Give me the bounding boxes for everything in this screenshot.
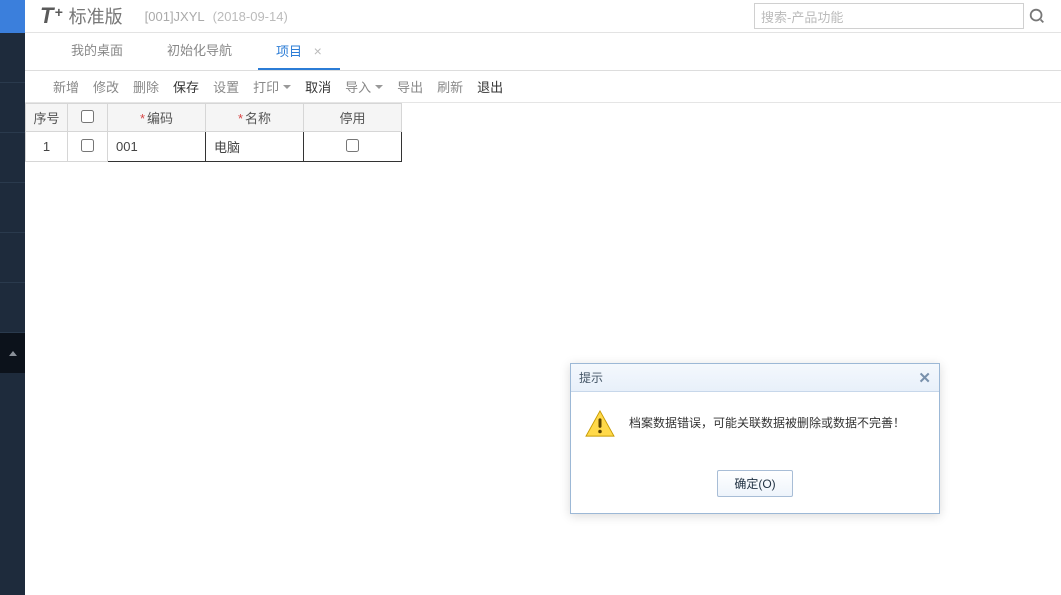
cell-check[interactable] [68, 132, 108, 162]
cell-seq: 1 [26, 132, 68, 162]
sidebar-item[interactable] [0, 233, 25, 283]
warning-icon [585, 410, 615, 438]
print-button[interactable]: 打印 [253, 77, 291, 96]
cell-code[interactable]: 001 [108, 132, 206, 162]
search-placeholder: 搜索-产品功能 [761, 7, 843, 26]
col-code: *编码 [108, 104, 206, 132]
checkbox-all[interactable] [81, 110, 94, 123]
save-button[interactable]: 保存 [173, 77, 199, 96]
cancel-button[interactable]: 取消 [305, 77, 331, 96]
new-button[interactable]: 新增 [53, 77, 79, 96]
sidebar [0, 0, 25, 595]
app-logo-icon[interactable] [0, 0, 25, 33]
cell-name[interactable]: 电脑 [206, 132, 304, 162]
sidebar-item[interactable] [0, 33, 25, 83]
chevron-down-icon [283, 85, 291, 89]
import-button[interactable]: 导入 [345, 77, 383, 96]
header: T + 标准版 [001]JXYL (2018-09-14) 搜索-产品功能 [25, 0, 1061, 33]
edition-label: 标准版 [69, 3, 123, 29]
export-button[interactable]: 导出 [397, 77, 423, 96]
app-logo: T + [40, 3, 63, 29]
refresh-button[interactable]: 刷新 [437, 77, 463, 96]
tab-desktop[interactable]: 我的桌面 [53, 32, 141, 70]
delete-button[interactable]: 删除 [133, 77, 159, 96]
sidebar-item[interactable] [0, 83, 25, 133]
dialog-message: 档案数据错误，可能关联数据被删除或数据不完善！ [629, 410, 905, 433]
dialog-titlebar[interactable]: 提示 ✕ [571, 364, 939, 392]
ok-button[interactable]: 确定(O) [717, 470, 792, 497]
edit-button[interactable]: 修改 [93, 77, 119, 96]
sidebar-collapse-toggle[interactable] [0, 333, 25, 373]
org-code: [001]JXYL [145, 9, 205, 24]
close-icon[interactable]: × [314, 43, 322, 59]
exit-button[interactable]: 退出 [477, 77, 503, 96]
disabled-checkbox[interactable] [346, 139, 359, 152]
logo-text: T [40, 3, 52, 29]
alert-dialog: 提示 ✕ 档案数据错误，可能关联数据被删除或数据不完善！ 确定(O) [570, 363, 940, 514]
tab-bar: 我的桌面 初始化导航 项目 × [25, 33, 1061, 71]
data-table: 序号 *编码 *名称 停用 1 001 电脑 [25, 103, 1061, 162]
dialog-title-text: 提示 [579, 369, 603, 386]
chevron-up-icon [9, 351, 17, 356]
col-name: *名称 [206, 104, 304, 132]
tab-project[interactable]: 项目 × [258, 32, 340, 70]
sidebar-item[interactable] [0, 183, 25, 233]
tab-init-nav[interactable]: 初始化导航 [149, 32, 250, 70]
search-icon[interactable] [1028, 7, 1046, 25]
col-disabled: 停用 [304, 104, 402, 132]
col-seq: 序号 [26, 104, 68, 132]
toolbar: 新增 修改 删除 保存 设置 打印 取消 导入 导出 刷新 退出 [25, 71, 1061, 103]
org-date: (2018-09-14) [213, 9, 288, 24]
chevron-down-icon [375, 85, 383, 89]
row-checkbox[interactable] [81, 139, 94, 152]
sidebar-item[interactable] [0, 133, 25, 183]
logo-plus: + [54, 4, 62, 20]
sidebar-item[interactable] [0, 283, 25, 333]
table-row[interactable]: 1 001 电脑 [26, 132, 402, 162]
search-input[interactable]: 搜索-产品功能 [754, 3, 1024, 29]
close-icon[interactable]: ✕ [918, 369, 931, 387]
cell-disabled[interactable] [304, 132, 402, 162]
settings-button[interactable]: 设置 [213, 77, 239, 96]
col-check-all[interactable] [68, 104, 108, 132]
